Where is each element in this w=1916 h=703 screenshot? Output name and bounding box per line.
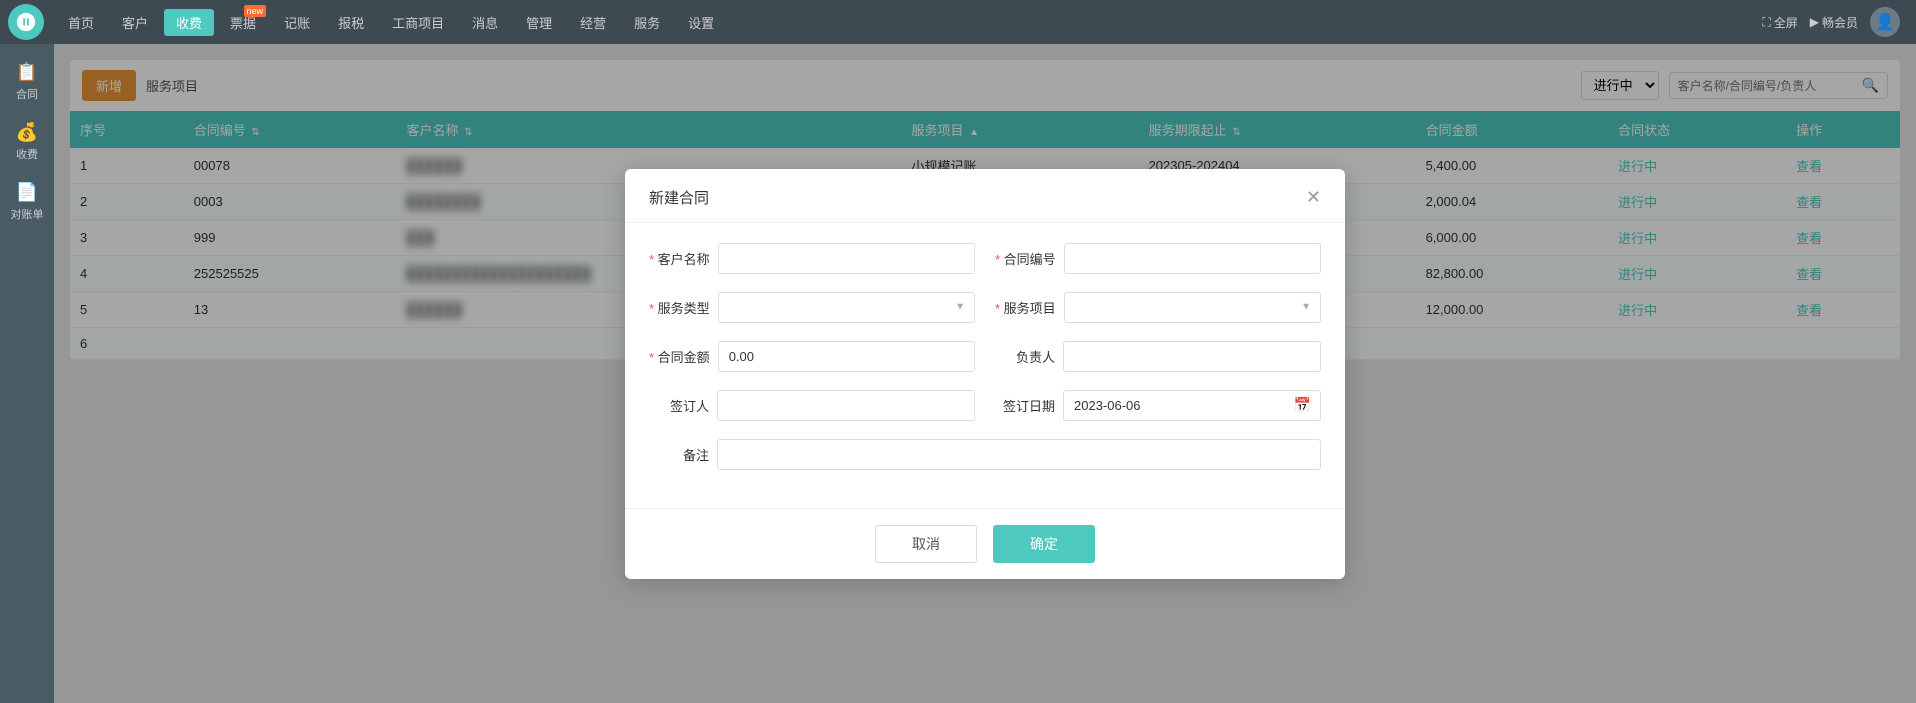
- modal-footer: 取消 确定: [625, 508, 1345, 579]
- avatar[interactable]: 👤: [1870, 7, 1900, 37]
- nav-item-settings[interactable]: 设置: [676, 9, 726, 36]
- customer-name-input[interactable]: [718, 243, 975, 274]
- nav-item-operation[interactable]: 经营: [568, 9, 618, 36]
- avatar-icon: 👤: [1875, 12, 1895, 32]
- form-row-3: 合同金额 负责人: [649, 341, 1321, 372]
- nav-item-tax[interactable]: 报税: [326, 9, 376, 36]
- service-type-select-wrap: [718, 292, 975, 323]
- modal: 新建合同 ✕ 客户名称 合同编号: [625, 169, 1345, 579]
- nav-item-message[interactable]: 消息: [460, 9, 510, 36]
- sidebar-item-reconciliation[interactable]: 📄 对账单: [2, 174, 52, 230]
- play-icon: ▶: [1810, 15, 1819, 29]
- form-row-4: 签订人 签订日期 📅: [649, 390, 1321, 421]
- modal-close-button[interactable]: ✕: [1306, 188, 1321, 206]
- contract-no-input[interactable]: [1064, 243, 1321, 274]
- form-group-signer: 签订人: [649, 390, 975, 421]
- nav-right: ⛶ 全屏 ▶ 畅会员 👤: [1762, 7, 1900, 37]
- customer-name-label: 客户名称: [649, 249, 710, 268]
- modal-title: 新建合同: [649, 187, 709, 208]
- signer-label: 签订人: [649, 396, 709, 415]
- service-type-label: 服务类型: [649, 298, 710, 317]
- service-item-label: 服务项目: [995, 298, 1056, 317]
- sign-date-input[interactable]: [1063, 390, 1321, 421]
- modal-overlay[interactable]: 新建合同 ✕ 客户名称 合同编号: [54, 44, 1916, 703]
- service-item-select-wrap: [1064, 292, 1321, 323]
- signer-input[interactable]: [717, 390, 975, 421]
- service-item-select[interactable]: [1064, 292, 1321, 323]
- form-row-1: 客户名称 合同编号: [649, 243, 1321, 274]
- logo[interactable]: [8, 4, 44, 40]
- sidebar-item-fee[interactable]: 💰 收费: [2, 114, 52, 170]
- sidebar-item-reconciliation-label: 对账单: [11, 206, 44, 222]
- nav-item-invoice[interactable]: 票据 new: [218, 9, 268, 36]
- form-group-responsible: 负责人: [995, 341, 1321, 372]
- nav-items: 首页 客户 收费 票据 new 记账 报税 工商项目 消息 管理 经营 服务 设…: [56, 9, 1762, 36]
- service-type-select[interactable]: [718, 292, 975, 323]
- sign-date-label: 签订日期: [995, 396, 1055, 415]
- sidebar: 📋 合同 💰 收费 📄 对账单: [0, 44, 54, 703]
- nav-item-manage[interactable]: 管理: [514, 9, 564, 36]
- contract-no-label: 合同编号: [995, 249, 1056, 268]
- modal-body: 客户名称 合同编号 服务类型: [625, 223, 1345, 508]
- sidebar-item-contract-label: 合同: [16, 86, 38, 102]
- nav-item-bookkeeping[interactable]: 记账: [272, 9, 322, 36]
- fullscreen-button[interactable]: ⛶ 全屏: [1762, 14, 1797, 31]
- confirm-button[interactable]: 确定: [993, 525, 1095, 563]
- form-group-sign-date: 签订日期 📅: [995, 390, 1321, 421]
- form-row-5: 备注: [649, 439, 1321, 470]
- top-nav: 首页 客户 收费 票据 new 记账 报税 工商项目 消息 管理 经营 服务 设…: [0, 0, 1916, 44]
- new-badge: new: [244, 5, 267, 17]
- form-group-service-type: 服务类型: [649, 292, 975, 323]
- fullscreen-icon: ⛶: [1762, 15, 1770, 30]
- form-group-contract-no: 合同编号: [995, 243, 1321, 274]
- sidebar-item-fee-label: 收费: [16, 146, 38, 162]
- remark-label: 备注: [649, 445, 709, 464]
- nav-item-home[interactable]: 首页: [56, 9, 106, 36]
- form-group-amount: 合同金额: [649, 341, 975, 372]
- contract-amount-label: 合同金额: [649, 347, 710, 366]
- nav-item-fee[interactable]: 收费: [164, 9, 214, 36]
- fee-icon: 💰: [16, 122, 38, 143]
- main-layout: 📋 合同 💰 收费 📄 对账单 新增 服务项目 进行中 已完成 已终止: [0, 44, 1916, 703]
- sidebar-item-contract[interactable]: 📋 合同: [2, 54, 52, 110]
- sign-date-wrap: 📅: [1063, 390, 1321, 421]
- form-group-service-item: 服务项目: [995, 292, 1321, 323]
- form-group-customer-name: 客户名称: [649, 243, 975, 274]
- content-area: 新增 服务项目 进行中 已完成 已终止 🔍 序号 合同编号: [54, 44, 1916, 703]
- nav-item-service[interactable]: 服务: [622, 9, 672, 36]
- cancel-button[interactable]: 取消: [875, 525, 977, 563]
- nav-item-business[interactable]: 工商项目: [380, 9, 456, 36]
- modal-header: 新建合同 ✕: [625, 169, 1345, 223]
- nav-item-customer[interactable]: 客户: [110, 9, 160, 36]
- contract-amount-input[interactable]: [718, 341, 975, 372]
- calendar-icon[interactable]: 📅: [1294, 397, 1311, 414]
- responsible-label: 负责人: [995, 347, 1055, 366]
- contract-icon: 📋: [16, 62, 38, 83]
- reconciliation-icon: 📄: [16, 182, 38, 203]
- responsible-input[interactable]: [1063, 341, 1321, 372]
- member-button[interactable]: ▶ 畅会员: [1810, 14, 1858, 31]
- form-group-remark: 备注: [649, 439, 1321, 470]
- form-row-2: 服务类型 服务项目: [649, 292, 1321, 323]
- remark-input[interactable]: [717, 439, 1321, 470]
